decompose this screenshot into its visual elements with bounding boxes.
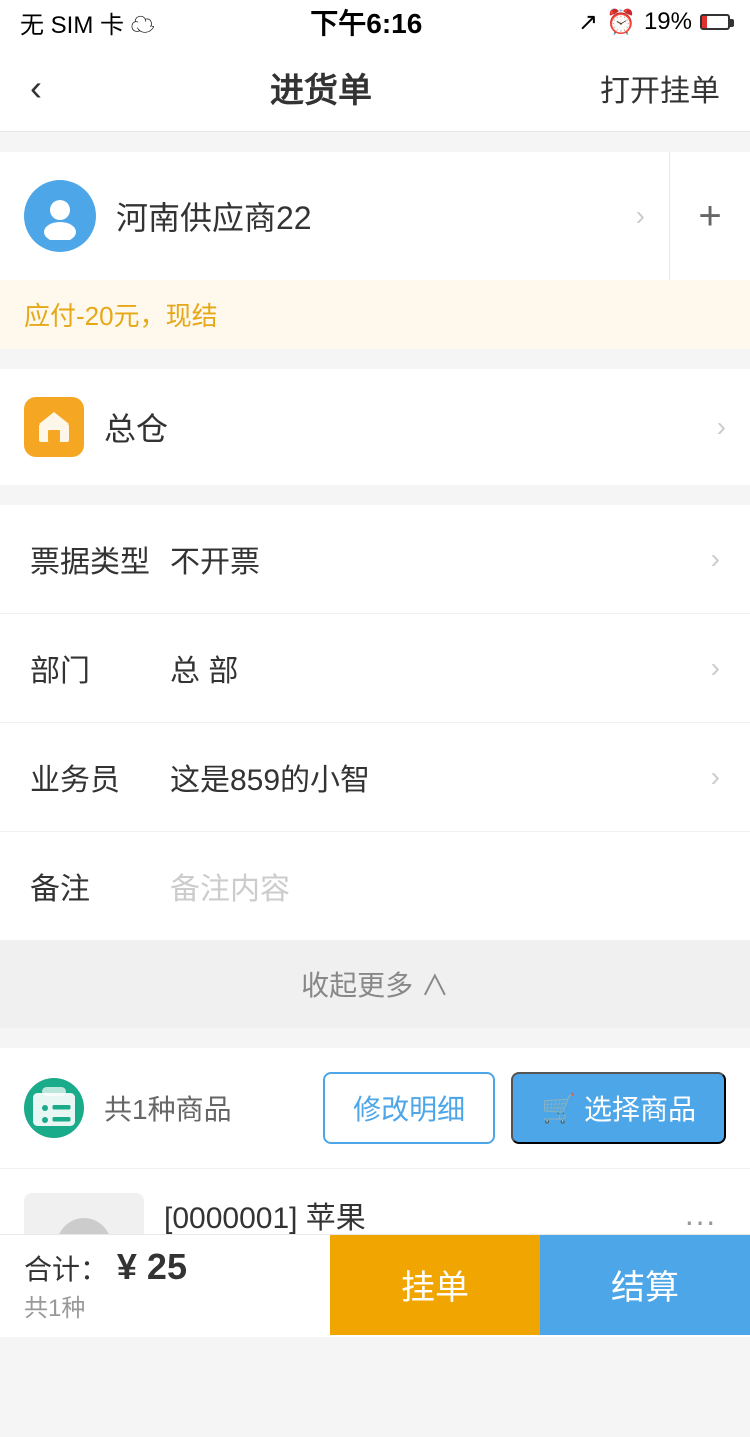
total-count: 共1种: [24, 1288, 306, 1323]
edit-detail-button[interactable]: 修改明细: [323, 1072, 495, 1144]
products-icon: [24, 1078, 84, 1138]
sales-row[interactable]: 业务员 这是859的小智 ›: [0, 723, 750, 832]
supplier-avatar: [24, 180, 96, 252]
credit-notice: 应付-20元，现结: [0, 280, 750, 349]
remark-row[interactable]: 备注 备注内容: [0, 832, 750, 940]
products-header: 共1种商品 修改明细 🛒 选择商品: [0, 1048, 750, 1169]
products-count: 共1种商品: [104, 1088, 323, 1128]
select-product-label: 选择商品: [584, 1088, 696, 1128]
status-time: 下午6:16: [310, 2, 422, 42]
open-hold-button[interactable]: 打开挂单: [600, 66, 720, 110]
supplier-name: 河南供应商22: [116, 193, 626, 239]
chevron-right-icon: ›: [711, 543, 720, 575]
supplier-section: 河南供应商22 › +: [0, 152, 750, 280]
supplier-selector[interactable]: 河南供应商22 ›: [0, 152, 670, 280]
alarm-icon: ⏰: [606, 8, 636, 37]
cart-icon: 🛒: [541, 1092, 576, 1125]
battery-status: 19%: [644, 8, 692, 36]
total-label: 合计：: [24, 1254, 108, 1285]
sales-label: 业务员: [30, 755, 170, 799]
warehouse-name: 总仓: [104, 404, 707, 450]
total-value: ¥ 25: [117, 1246, 187, 1287]
warehouse-icon: [24, 397, 84, 457]
sales-value: 这是859的小智: [170, 755, 701, 799]
battery-icon: [700, 14, 730, 30]
page-title: 进货单: [270, 63, 372, 112]
department-row[interactable]: 部门 总 部 ›: [0, 614, 750, 723]
chevron-right-icon: ›: [711, 652, 720, 684]
hold-button[interactable]: 挂单: [330, 1235, 540, 1335]
department-label: 部门: [30, 646, 170, 690]
chevron-right-icon: ›: [717, 411, 726, 443]
total-section: 合计： ¥ 25 共1种: [0, 1246, 330, 1323]
status-left: 无 SIM 卡 ☁: [20, 5, 155, 40]
form-section: 票据类型 不开票 › 部门 总 部 › 业务员 这是859的小智 › 备注 备注…: [0, 505, 750, 940]
add-supplier-button[interactable]: +: [670, 194, 750, 239]
chevron-right-icon: ›: [636, 200, 645, 232]
invoice-type-row[interactable]: 票据类型 不开票 ›: [0, 505, 750, 614]
nav-bar: ‹ 进货单 打开挂单: [0, 44, 750, 132]
product-code: [0000001]: [164, 1202, 306, 1235]
chevron-right-icon: ›: [711, 761, 720, 793]
invoice-type-value: 不开票: [170, 537, 701, 581]
location-icon: ↗: [578, 8, 598, 37]
remark-input[interactable]: 备注内容: [170, 864, 720, 908]
gap-1: [0, 132, 750, 152]
collapse-toggle[interactable]: 收起更多 ∧: [0, 940, 750, 1028]
product-title: 苹果: [306, 1202, 366, 1235]
bottom-bar: 合计： ¥ 25 共1种 挂单 结算: [0, 1234, 750, 1334]
select-product-button[interactable]: 🛒 选择商品: [511, 1072, 726, 1144]
status-right: ↗ ⏰ 19%: [578, 8, 730, 37]
back-button[interactable]: ‹: [30, 67, 42, 109]
warehouse-section[interactable]: 总仓 ›: [0, 369, 750, 485]
invoice-type-label: 票据类型: [30, 537, 170, 581]
remark-label: 备注: [30, 864, 170, 908]
department-value: 总 部: [170, 646, 701, 690]
product-name: [0000001] 苹果: [164, 1193, 674, 1237]
checkout-button[interactable]: 结算: [540, 1235, 750, 1335]
status-bar: 无 SIM 卡 ☁ 下午6:16 ↗ ⏰ 19%: [0, 0, 750, 44]
total-amount: 合计： ¥ 25: [24, 1246, 306, 1288]
sim-status: 无 SIM 卡 ☁: [20, 5, 155, 40]
